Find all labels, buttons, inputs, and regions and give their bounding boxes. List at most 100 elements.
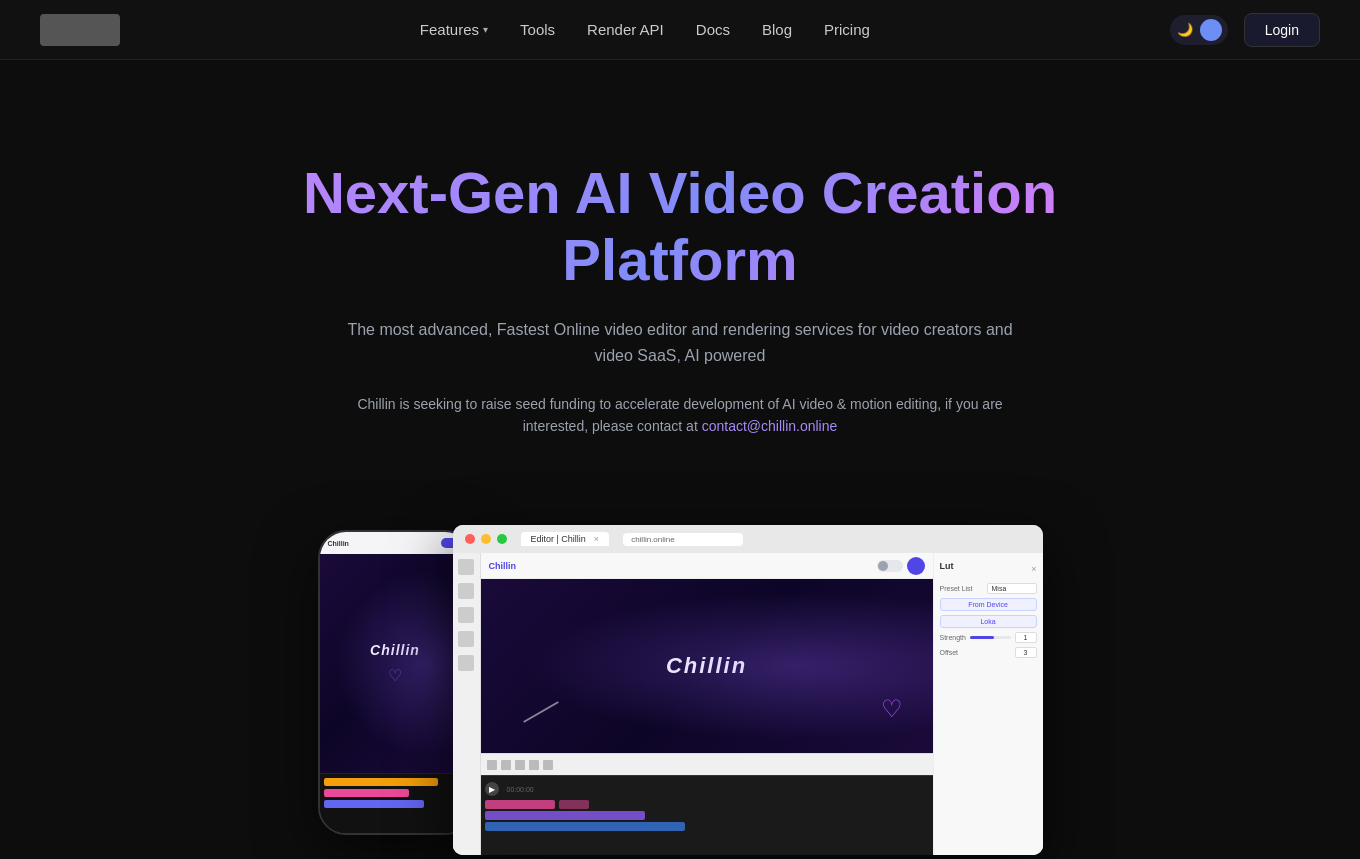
lut-strength-slider[interactable]: [970, 636, 1011, 639]
hero-funding-text: Chillin is seeking to raise seed funding…: [357, 396, 1002, 434]
hero-funding: Chillin is seeking to raise seed funding…: [340, 393, 1020, 438]
timeline-track-row-3: [485, 822, 929, 831]
main-content: Next-Gen AI Video Creation Platform The …: [0, 0, 1360, 859]
lut-preset-label: Preset List: [940, 585, 973, 592]
timeline-clip-2: [559, 800, 589, 809]
sidebar-tool-1[interactable]: [458, 559, 474, 575]
url-text: chillin.online: [631, 535, 675, 544]
lut-preset-select[interactable]: Misa: [987, 583, 1037, 594]
lut-offset-value[interactable]: 3: [1015, 647, 1037, 658]
timeline-track-row-2: [485, 811, 929, 820]
desktop-mockup: Editor | Chillin × chillin.online: [453, 525, 1043, 855]
moon-icon: 🌙: [1176, 21, 1194, 39]
toolbar-icon-5[interactable]: [543, 760, 553, 770]
timeline-clip-3: [485, 811, 645, 820]
phone-inner: Chillin Chillin ♡: [320, 532, 471, 833]
nav-item-blog[interactable]: Blog: [762, 21, 792, 39]
nav-link-docs[interactable]: Docs: [696, 21, 730, 38]
lut-loka-btn[interactable]: Loka: [940, 615, 1037, 628]
lut-offset-label: Offset: [940, 649, 959, 656]
screenshots-section: Chillin Chillin ♡: [230, 525, 1130, 855]
nav-item-docs[interactable]: Docs: [696, 21, 730, 39]
tab-close-icon: ×: [594, 534, 599, 544]
titlebar-dot-red: [465, 534, 475, 544]
nav-right: 🌙 Login: [1170, 13, 1320, 47]
nav-link-features[interactable]: Features ▾: [420, 21, 488, 38]
editor-right-panel: Lut × Preset List Misa From Device Loka …: [933, 553, 1043, 855]
phone-app-name: Chillin: [328, 540, 349, 547]
phone-particles: [320, 554, 471, 773]
canvas-heart-icon: ♡: [881, 695, 903, 723]
titlebar-dot-green: [497, 534, 507, 544]
toolbar-icon-3[interactable]: [515, 760, 525, 770]
phone-heart-icon: ♡: [388, 666, 402, 685]
timeline-timecode: 00:00:00: [507, 786, 534, 793]
editor-canvas: Chillin ♡: [481, 579, 933, 753]
phone-track-1: [324, 778, 438, 786]
login-button[interactable]: Login: [1244, 13, 1320, 47]
phone-topbar: Chillin: [320, 532, 471, 554]
timeline-clip-1: [485, 800, 555, 809]
lut-panel-close[interactable]: ×: [1031, 564, 1036, 574]
lut-strength-row: Strength 1: [940, 632, 1037, 643]
titlebar-tab: Editor | Chillin ×: [521, 532, 610, 546]
editor-logo: Chillin: [489, 561, 517, 571]
sidebar-tool-5[interactable]: [458, 655, 474, 671]
titlebar-dot-yellow: [481, 534, 491, 544]
nav-link-pricing[interactable]: Pricing: [824, 21, 870, 38]
timeline-clip-4: [485, 822, 685, 831]
lut-from-device-btn[interactable]: From Device: [940, 598, 1037, 611]
lut-preset-row: Preset List Misa: [940, 583, 1037, 594]
nav-link-tools[interactable]: Tools: [520, 21, 555, 38]
editor-left-sidebar: [453, 553, 481, 855]
nav-logo: [40, 14, 120, 46]
nav-item-pricing[interactable]: Pricing: [824, 21, 870, 39]
nav-links: Features ▾ Tools Render API Docs Blog Pr…: [420, 21, 870, 39]
lut-panel-title: Lut: [940, 561, 954, 571]
desktop-body: Chillin Chillin ♡: [453, 553, 1043, 855]
toolbar-icon-2[interactable]: [501, 760, 511, 770]
timeline-play-button[interactable]: ▶: [485, 782, 499, 796]
theme-toggle[interactable]: 🌙: [1170, 15, 1228, 45]
titlebar-url: chillin.online: [623, 533, 743, 546]
phone-timeline: [320, 773, 471, 833]
lut-strength-label: Strength: [940, 634, 966, 641]
editor-toggle[interactable]: [877, 560, 903, 572]
hero-funding-link[interactable]: contact@chillin.online: [702, 418, 838, 434]
nav-item-render-api[interactable]: Render API: [587, 21, 664, 39]
navbar: Features ▾ Tools Render API Docs Blog Pr…: [0, 0, 1360, 60]
theme-circle: [1200, 19, 1222, 41]
canvas-particles: [481, 579, 933, 753]
lut-strength-fill: [970, 636, 994, 639]
nav-link-render-api[interactable]: Render API: [587, 21, 664, 38]
editor-toolbar-bottom: [481, 753, 933, 775]
editor-avatar: [907, 557, 925, 575]
nav-item-features[interactable]: Features ▾: [420, 21, 488, 38]
timeline-controls: ▶ 00:00:00: [485, 780, 929, 798]
phone-mockup: Chillin Chillin ♡: [318, 530, 473, 835]
phone-track-3: [324, 800, 424, 808]
editor-topbar: Chillin: [481, 553, 933, 579]
chevron-down-icon: ▾: [483, 24, 488, 35]
sidebar-tool-4[interactable]: [458, 631, 474, 647]
nav-link-blog[interactable]: Blog: [762, 21, 792, 38]
nav-item-tools[interactable]: Tools: [520, 21, 555, 39]
editor-timeline: ▶ 00:00:00: [481, 775, 933, 855]
lut-strength-value[interactable]: 1: [1015, 632, 1037, 643]
hero-title: Next-Gen AI Video Creation Platform: [270, 160, 1090, 293]
phone-track-2: [324, 789, 410, 797]
sidebar-tool-2[interactable]: [458, 583, 474, 599]
desktop-titlebar: Editor | Chillin × chillin.online: [453, 525, 1043, 553]
nav-features-label: Features: [420, 21, 479, 38]
cta-section: Get Started: [549, 855, 811, 859]
editor-main: Chillin Chillin ♡: [481, 553, 933, 855]
lut-offset-row: Offset 3: [940, 647, 1037, 658]
toolbar-icon-1[interactable]: [487, 760, 497, 770]
phone-video-area: Chillin ♡: [320, 554, 471, 773]
sidebar-tool-3[interactable]: [458, 607, 474, 623]
tab-label: Editor | Chillin: [531, 534, 586, 544]
hero-subtitle: The most advanced, Fastest Online video …: [330, 317, 1030, 368]
hero-section: Next-Gen AI Video Creation Platform The …: [230, 60, 1130, 525]
toolbar-icon-4[interactable]: [529, 760, 539, 770]
timeline-track-row-1: [485, 800, 929, 809]
